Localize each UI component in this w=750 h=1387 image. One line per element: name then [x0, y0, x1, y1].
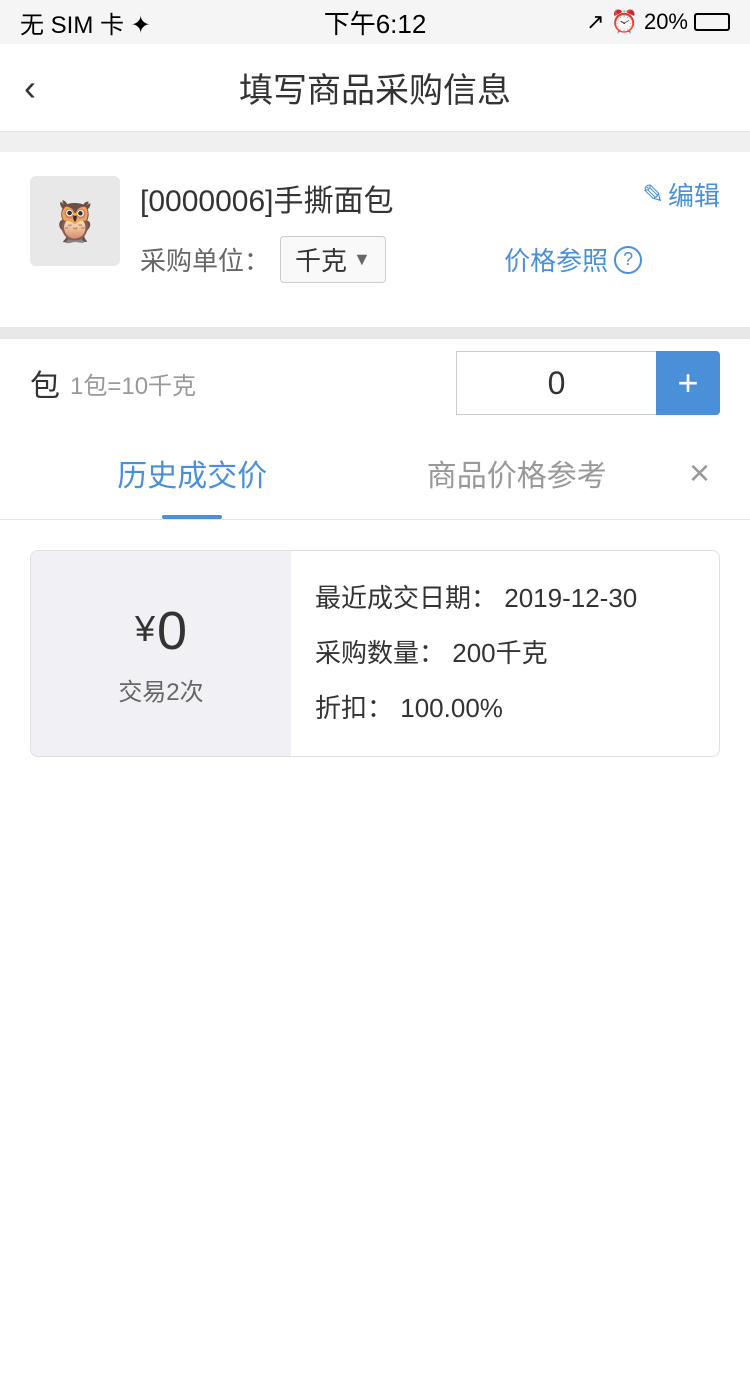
quantity-input[interactable]	[456, 351, 656, 415]
history-card-left: ¥ 0 交易2次	[31, 551, 291, 756]
status-carrier: 无 SIM 卡 ✦	[20, 5, 151, 40]
product-header: 🦉 [0000006]手撕面包 采购单位： 千克 ▼ 价格参照 ?	[30, 176, 720, 283]
back-button[interactable]: ‹	[24, 67, 36, 109]
battery-icon	[694, 13, 730, 31]
quantity-plus-button[interactable]: +	[656, 351, 720, 415]
quantity-detail-label: 采购数量：	[315, 638, 445, 668]
product-logo: 🦉	[50, 198, 100, 245]
tab-product-price-ref[interactable]: 商品价格参考	[354, 427, 678, 519]
edit-icon: ✎	[642, 179, 664, 210]
product-right: ✎ 编辑	[642, 176, 720, 213]
unit-box-label: 包	[30, 361, 60, 405]
quantity-detail-row: 采购数量： 200千克	[315, 634, 695, 673]
price-display: ¥ 0	[135, 600, 187, 662]
trade-count: 交易2次	[118, 672, 203, 707]
discount-label: 折扣：	[315, 693, 393, 723]
product-name: [0000006]手撕面包	[140, 176, 642, 220]
unit-conversion: 1包=10千克	[70, 366, 196, 401]
tab-history-price[interactable]: 历史成交价	[30, 427, 354, 519]
history-content: ¥ 0 交易2次 最近成交日期： 2019-12-30 采购数量： 200千克 …	[0, 520, 750, 787]
product-card: 🦉 [0000006]手撕面包 采购单位： 千克 ▼ 价格参照 ?	[0, 152, 750, 327]
price-ref-label: 价格参照	[504, 241, 608, 278]
unit-selector[interactable]: 千克 ▼	[280, 236, 386, 283]
bottom-area	[0, 787, 750, 1387]
price-ref-button[interactable]: 价格参照 ?	[504, 241, 642, 278]
product-name-section: [0000006]手撕面包 采购单位： 千克 ▼ 价格参照 ?	[140, 176, 642, 283]
history-card-right: 最近成交日期： 2019-12-30 采购数量： 200千克 折扣： 100.0…	[291, 551, 719, 756]
unit-value: 千克	[295, 241, 347, 278]
location-icon: ↗	[586, 9, 604, 35]
status-time: 下午6:12	[324, 4, 427, 41]
recent-date-value: 2019-12-30	[504, 583, 637, 613]
quantity-unit: 包 1包=10千克	[30, 361, 196, 405]
tab-close-button[interactable]: ×	[679, 452, 720, 494]
page-title: 填写商品采购信息	[239, 63, 511, 112]
edit-button[interactable]: ✎ 编辑	[642, 176, 720, 213]
quantity-controls: +	[456, 351, 720, 415]
discount-row: 折扣： 100.00%	[315, 689, 695, 728]
dropdown-arrow-icon: ▼	[353, 249, 371, 270]
alarm-icon: ⏰	[611, 9, 638, 35]
currency-symbol: ¥	[135, 608, 155, 650]
recent-date-label: 最近成交日期：	[315, 583, 497, 613]
product-info: 🦉 [0000006]手撕面包 采购单位： 千克 ▼ 价格参照 ?	[30, 176, 642, 283]
tabs-header: 历史成交价 商品价格参考 ×	[0, 427, 750, 520]
status-right: ↗ ⏰ 20%	[586, 9, 730, 35]
battery-percent: 20%	[644, 9, 688, 35]
recent-date-row: 最近成交日期： 2019-12-30	[315, 579, 695, 618]
nav-bar: ‹ 填写商品采购信息	[0, 44, 750, 132]
product-thumbnail: 🦉	[30, 176, 120, 266]
discount-value: 100.00%	[400, 693, 503, 723]
status-bar: 无 SIM 卡 ✦ 下午6:12 ↗ ⏰ 20%	[0, 0, 750, 44]
unit-label: 采购单位：	[140, 241, 270, 278]
price-value: 0	[157, 600, 187, 662]
quantity-detail-value: 200千克	[452, 638, 547, 668]
product-unit-row: 采购单位： 千克 ▼ 价格参照 ?	[140, 236, 642, 283]
price-ref-help-icon: ?	[614, 246, 642, 274]
tabs-section: 历史成交价 商品价格参考 × ¥ 0 交易2次 最近成交日期： 2019-12-…	[0, 427, 750, 787]
quantity-row: 包 1包=10千克 +	[0, 339, 750, 427]
history-card: ¥ 0 交易2次 最近成交日期： 2019-12-30 采购数量： 200千克 …	[30, 550, 720, 757]
section-divider	[0, 327, 750, 339]
edit-label: 编辑	[668, 176, 720, 213]
